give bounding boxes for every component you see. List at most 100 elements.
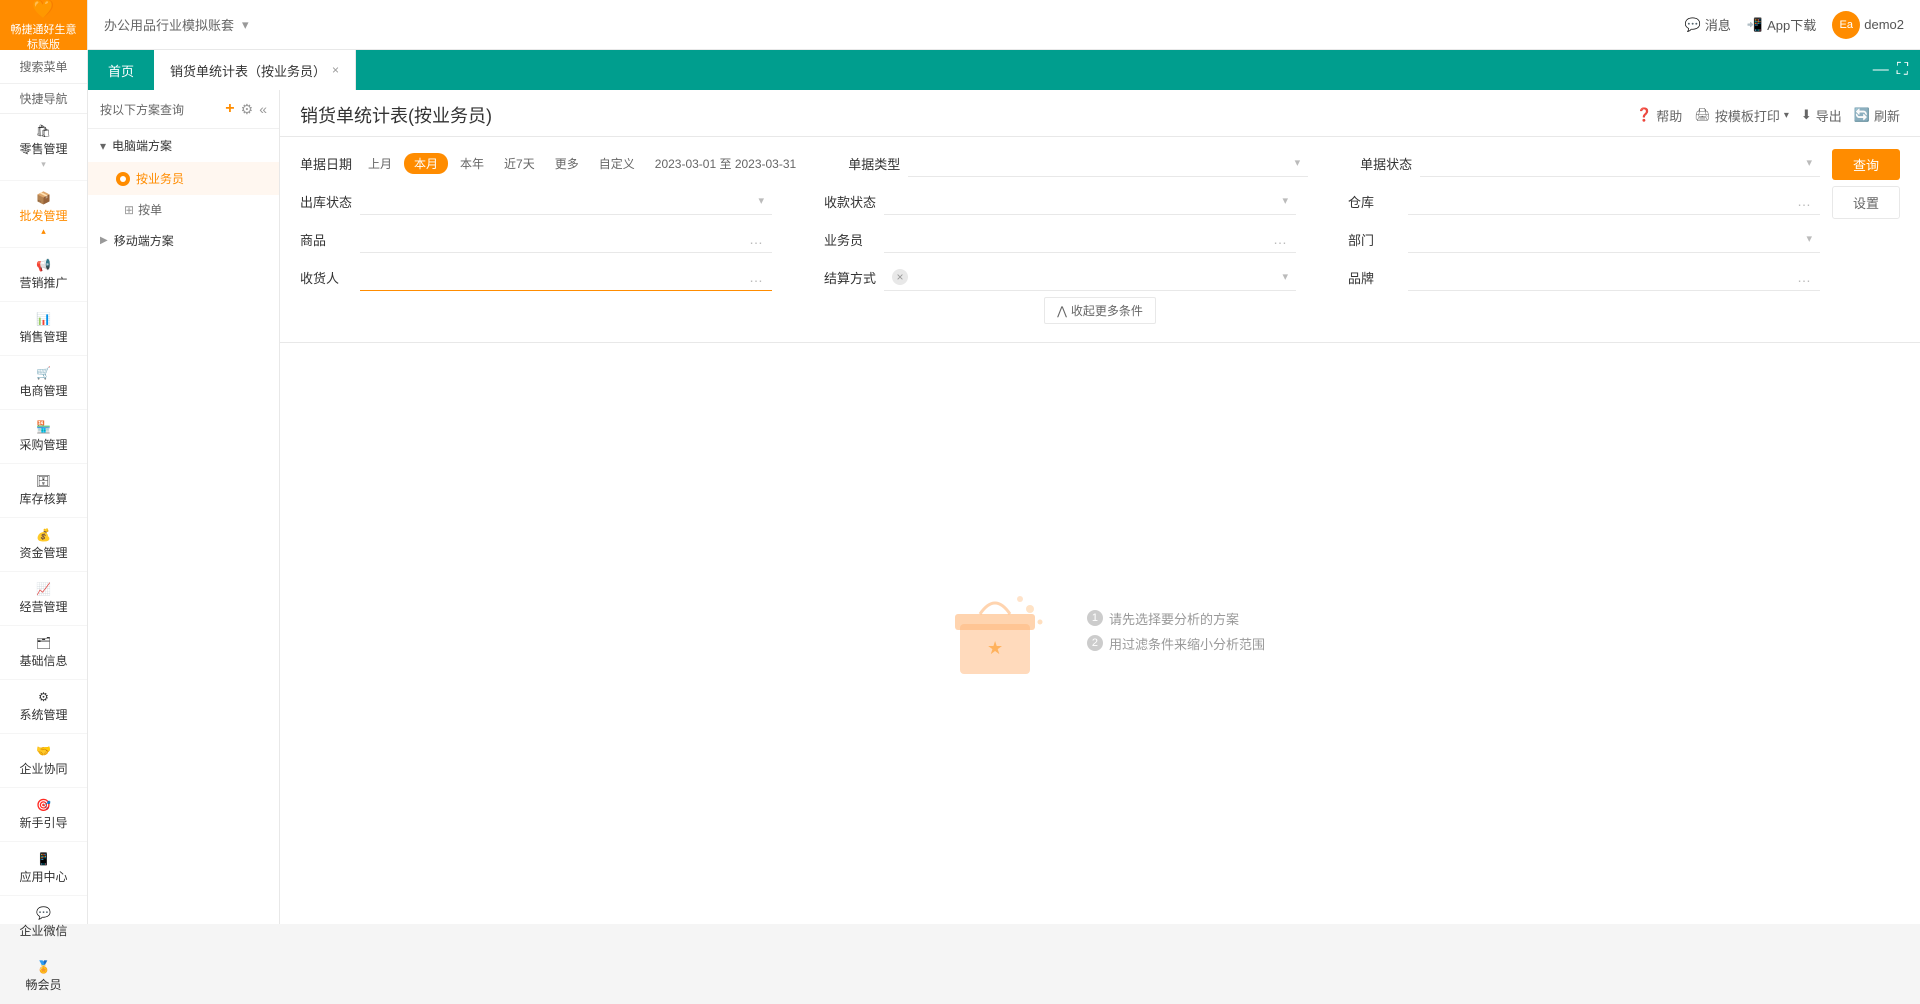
out-status-control[interactable]: ▾ [360,187,772,215]
mobile-group-arrow-icon: ▶ [100,235,108,246]
date-btn-thismonth[interactable]: 本月 [404,153,448,174]
date-range-text: 2023-03-01 至 2023-03-31 [655,155,796,172]
tab-fullscreen-icon[interactable]: ⛶ [1897,61,1908,79]
pc-scheme-group-title[interactable]: ▾ 电脑端方案 [88,129,279,162]
department-label: 部门 [1348,230,1408,249]
collection-status-control[interactable]: ▾ [884,187,1296,215]
add-scheme-icon[interactable]: + [225,100,234,118]
sidebar-item-wechat[interactable]: 💬 企业微信 [0,896,87,950]
scheme-item-salesperson[interactable]: 按业务员 [88,162,279,195]
out-status-label: 出库状态 [300,192,360,211]
filter-area: 单据日期 上月 本月 本年 近7天 更多 自定义 2023-03-01 至 20… [280,137,1920,343]
date-btn-thisyear[interactable]: 本年 [452,153,492,174]
sidebar-quick-nav[interactable]: 快捷导航 [0,84,87,114]
svg-text:★: ★ [987,638,1003,658]
settings-scheme-icon[interactable]: ⚙ [241,101,254,118]
help-button[interactable]: ❓ 帮助 [1636,106,1682,125]
empty-illustration: ★ [935,584,1055,684]
salesperson-control[interactable]: … [884,225,1296,253]
app-download-button[interactable]: 📲 App下载 [1747,15,1816,34]
mobile-scheme-group[interactable]: ▶ 移动端方案 [88,224,279,257]
sidebar-item-inventory[interactable]: 🗄 库存核算 [0,464,87,518]
goods-control[interactable]: … [360,225,772,253]
warehouse-control[interactable]: … [1408,187,1820,215]
sidebar-item-appstore[interactable]: 📱 应用中心 [0,842,87,896]
sales-icon: 📊 [36,312,51,326]
receiver-dots: … [749,269,764,285]
sidebar-item-enterprise[interactable]: 🤝 企业协同 [0,734,87,788]
doc-type-control[interactable]: ▾ [908,149,1308,177]
member-icon: 🏅 [36,960,51,974]
sidebar-item-basic[interactable]: 🗂 基础信息 [0,626,87,680]
date-btn-more[interactable]: 更多 [547,153,587,174]
settings-button[interactable]: 设置 [1832,186,1900,219]
wechat-icon: 💬 [36,906,51,920]
top-header: 办公用品行业模拟账套 ▾ 💬 消息 📲 App下载 Ea demo2 [88,0,1920,50]
main-area: 办公用品行业模拟账套 ▾ 💬 消息 📲 App下载 Ea demo2 首页 销货… [88,0,1920,924]
breadcrumb-dropdown-icon[interactable]: ▾ [242,17,249,33]
out-status-arrow-icon: ▾ [758,194,764,207]
message-button[interactable]: 💬 消息 [1685,15,1731,34]
collapse-panel-icon[interactable]: « [259,101,267,117]
receiver-label: 收货人 [300,268,360,287]
filter-date: 单据日期 上月 本月 本年 近7天 更多 自定义 2023-03-01 至 20… [300,153,796,174]
brand-control[interactable]: … [1408,263,1820,291]
filter-row-1: 单据日期 上月 本月 本年 近7天 更多 自定义 2023-03-01 至 20… [300,149,1820,177]
sidebar-item-retail[interactable]: 🛍 零售管理 ▾ [0,114,87,181]
breadcrumb-text: 办公用品行业模拟账套 [104,15,234,34]
left-panel: 按以下方案查询 + ⚙ « ▾ 电脑端方案 按业务员 [88,90,280,924]
filter-warehouse: 仓库 … [1348,187,1820,215]
query-button[interactable]: 查询 [1832,149,1900,180]
warehouse-label: 仓库 [1348,192,1408,211]
settlement-clear-icon[interactable]: × [892,269,908,285]
settlement-label: 结算方式 [824,268,884,287]
date-btn-lastmonth[interactable]: 上月 [360,153,400,174]
settlement-control[interactable]: × ▾ [884,263,1296,291]
filter-row-2: 出库状态 ▾ 收款状态 ▾ [300,187,1820,215]
tab-minimize-icon[interactable]: — [1873,61,1889,79]
filter-goods: 商品 … [300,225,772,253]
user-menu[interactable]: Ea demo2 [1832,11,1904,39]
department-control[interactable]: ▾ [1408,225,1820,253]
filter-department: 部门 ▾ [1348,225,1820,253]
sidebar-search[interactable]: 搜索菜单 [0,50,87,84]
brand-dots: … [1797,269,1812,285]
date-btn-custom[interactable]: 自定义 [591,153,643,174]
receiver-control[interactable]: … [360,263,772,291]
sidebar-item-sales[interactable]: 📊 销售管理 [0,302,87,356]
collapse-button[interactable]: ⋀ 收起更多条件 [1044,297,1156,324]
ecommerce-icon: 🛒 [36,366,51,380]
sidebar-item-purchase[interactable]: 🏪 采购管理 [0,410,87,464]
sidebar-item-ecommerce[interactable]: 🛒 电商管理 [0,356,87,410]
tab-home[interactable]: 首页 [88,50,154,90]
scheme-item-order[interactable]: ⊞ 按单 [88,195,279,224]
sidebar-item-wholesale[interactable]: 📦 批发管理 ▴ [0,181,87,248]
print-button[interactable]: 🖨 按模板打印 ▾ [1694,106,1789,125]
salesperson-dots: … [1273,231,1288,247]
filter-row-3: 商品 … 业务员 … [300,225,1820,253]
hint2-num: 2 [1087,635,1103,651]
empty-hint-2: 2 用过滤条件来缩小分析范围 [1087,634,1265,653]
refresh-button[interactable]: 🔄 刷新 [1854,106,1900,125]
tab-bar-actions: — ⛶ [1861,61,1920,79]
header-right: 💬 消息 📲 App下载 Ea demo2 [1685,11,1904,39]
tab-active[interactable]: 销货单统计表（按业务员） × [154,50,356,90]
purchase-icon: 🏪 [36,420,51,434]
left-panel-header: 按以下方案查询 + ⚙ « [88,90,279,129]
filter-out-status: 出库状态 ▾ [300,187,772,215]
sidebar-item-operations[interactable]: 📈 经营管理 [0,572,87,626]
print-icon: 🖨 [1694,107,1711,123]
export-icon: ⬇ [1801,107,1812,123]
doc-status-control[interactable]: ▾ [1420,149,1820,177]
sidebar-item-newbie[interactable]: 🎯 新手引导 [0,788,87,842]
sidebar-item-system[interactable]: ⚙ 系统管理 [0,680,87,734]
filter-brand: 品牌 … [1348,263,1820,291]
sidebar-item-marketing[interactable]: 📢 营销推广 [0,248,87,302]
export-button[interactable]: ⬇ 导出 [1801,106,1842,125]
system-icon: ⚙ [38,690,49,704]
sidebar-item-member[interactable]: 🏅 畅会员 [0,950,87,1004]
tab-close-icon[interactable]: × [332,63,339,77]
sidebar-item-finance[interactable]: 💰 资金管理 [0,518,87,572]
page-header-actions: ❓ 帮助 🖨 按模板打印 ▾ ⬇ 导出 🔄 刷新 [1636,106,1900,125]
date-btn-7days[interactable]: 近7天 [496,153,543,174]
